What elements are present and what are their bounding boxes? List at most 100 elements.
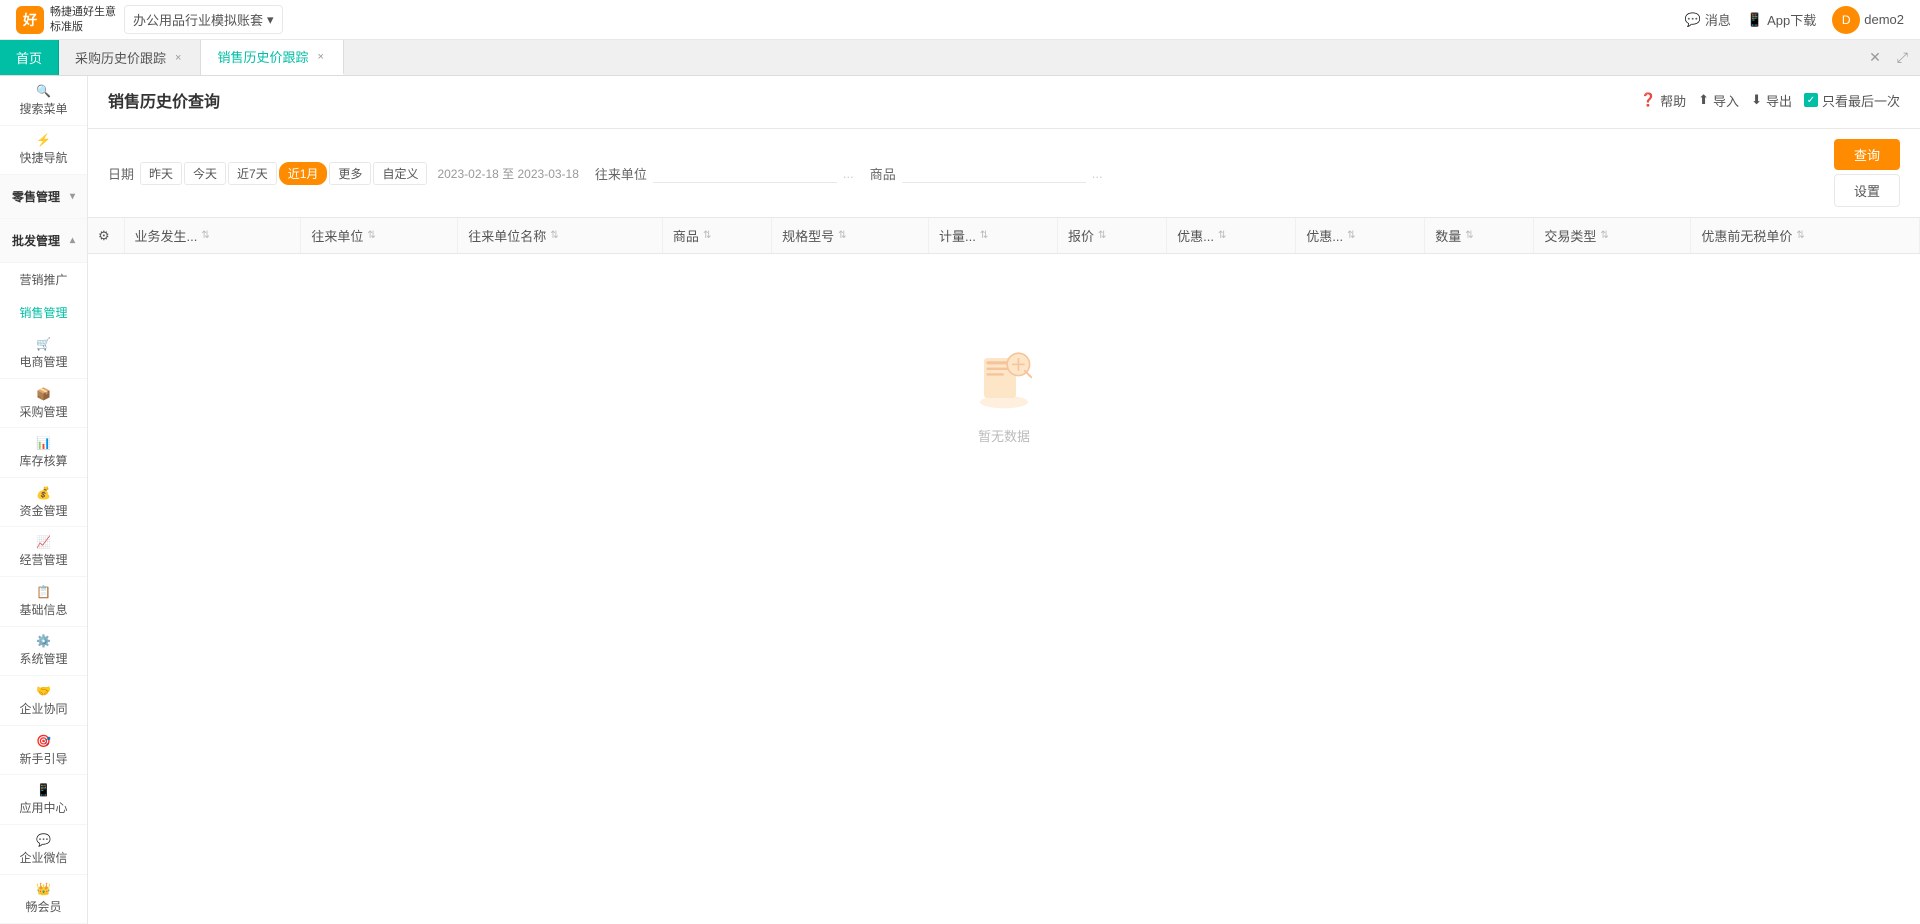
company-selector[interactable]: 办公用品行业模拟账套 ▾ [124,5,283,34]
goods-input[interactable] [902,163,1086,183]
sidebar-item-sales-mgmt[interactable]: 销售管理 [0,296,87,329]
sort-icon: ⇅ [703,230,711,241]
sidebar-item-finance[interactable]: 💰 资金管理 [0,478,87,528]
th-gear[interactable]: ⚙ [88,218,124,254]
date-btn-more[interactable]: 更多 [329,162,371,185]
main-layout: 🔍 搜索菜单 ⚡ 快捷导航 零售管理 ▾ 批发管理 ▴ 营销推广 销售管理 🛒 … [0,76,1920,924]
empty-state: 暂无数据 [88,254,1920,525]
appcenter-icon: 📱 [36,783,51,797]
page-actions: ❓ 帮助 ⬆ 导入 ⬇ 导出 ✓ 只看最后一次 [1640,91,1900,110]
tab-bar: 首页 采购历史价跟踪 × 销售历史价跟踪 × ✕ ⤢ [0,40,1920,76]
date-btn-yesterday[interactable]: 昨天 [140,162,182,185]
sidebar-item-enterprise[interactable]: 🤝 企业协同 [0,676,87,726]
content-area: 销售历史价查询 ❓ 帮助 ⬆ 导入 ⬇ 导出 ✓ [88,76,1920,924]
only-last-checkbox[interactable]: ✓ 只看最后一次 [1804,91,1900,110]
sidebar-item-system[interactable]: ⚙️ 系统管理 [0,627,87,677]
th-goods[interactable]: 商品 ⇅ [662,218,771,254]
th-discount1-label: 优惠... [1177,226,1214,245]
th-pretax-price[interactable]: 优惠前无税单价 ⇅ [1691,218,1920,254]
sort-icon: ⇅ [367,230,375,241]
date-btn-1month[interactable]: 近1月 [279,162,328,185]
tab-expand-btn[interactable]: ⤢ [1893,45,1912,70]
import-icon: ⬆ [1698,92,1709,108]
sidebar-item-marketing[interactable]: 营销推广 [0,263,87,296]
th-quantity[interactable]: 数量 ⇅ [1425,218,1534,254]
th-unit[interactable]: 计量... ⇅ [928,218,1057,254]
tab-purchase[interactable]: 采购历史价跟踪 × [59,40,201,75]
gear-icon: ⚙ [98,228,110,243]
help-icon: ❓ [1640,92,1656,108]
sidebar-item-purchase[interactable]: 📦 采购管理 [0,379,87,429]
date-btn-custom[interactable]: 自定义 [373,162,427,185]
date-btn-today[interactable]: 今天 [184,162,226,185]
th-discount2-label: 优惠... [1306,226,1343,245]
th-partner-code[interactable]: 往来单位 ⇅ [301,218,458,254]
sidebar-item-retail[interactable]: 零售管理 ▾ [0,175,87,219]
th-price-label: 报价 [1068,226,1094,245]
page-title: 销售历史价查询 [108,88,220,112]
sidebar-label-appcenter: 应用中心 [19,799,67,816]
operations-icon: 📈 [36,535,51,549]
sidebar-item-inventory[interactable]: 📊 库存核算 [0,428,87,478]
tab-close-all-btn[interactable]: ✕ [1865,45,1885,70]
partner-label: 往来单位 [595,164,647,183]
partner-input[interactable] [653,163,837,183]
sidebar-item-quicknav[interactable]: ⚡ 快捷导航 [0,126,87,176]
checkbox-icon: ✓ [1804,93,1818,107]
th-goods-label: 商品 [673,226,699,245]
th-unit-label: 计量... [939,226,976,245]
th-biz-date[interactable]: 业务发生... ⇅ [124,218,301,254]
sidebar-item-appcenter[interactable]: 📱 应用中心 [0,775,87,825]
sidebar-item-search[interactable]: 🔍 搜索菜单 [0,76,87,126]
wechat-icon: 💬 [36,833,51,847]
import-btn[interactable]: ⬆ 导入 [1698,91,1739,110]
message-btn[interactable]: 💬 消息 [1685,10,1731,29]
sidebar-item-ecommerce[interactable]: 🛒 电商管理 [0,329,87,379]
th-spec[interactable]: 规格型号 ⇅ [772,218,929,254]
sidebar-item-newguide[interactable]: 🎯 新手引导 [0,726,87,776]
sidebar-item-operations[interactable]: 📈 经营管理 [0,527,87,577]
th-discount1[interactable]: 优惠... ⇅ [1167,218,1296,254]
th-price[interactable]: 报价 ⇅ [1058,218,1167,254]
th-trade-type[interactable]: 交易类型 ⇅ [1534,218,1691,254]
app-download-btn[interactable]: 📱 App下载 [1747,10,1816,29]
goods-label: 商品 [870,164,896,183]
query-button[interactable]: 查询 [1834,139,1900,170]
filter-row: 日期 昨天 今天 近7天 近1月 更多 自定义 2023-02-18 至 202… [88,129,1920,218]
app-icon: 📱 [1747,12,1763,28]
th-partner-code-label: 往来单位 [311,226,363,245]
settings-button[interactable]: 设置 [1834,174,1900,207]
quicknav-icon: ⚡ [36,133,51,147]
page-header: 销售历史价查询 ❓ 帮助 ⬆ 导入 ⬇ 导出 ✓ [88,76,1920,129]
header-right: 💬 消息 📱 App下载 D demo2 [1685,6,1904,34]
tab-purchase-label: 采购历史价跟踪 [75,48,166,67]
tab-sales-close[interactable]: × [314,50,326,64]
sort-icon: ⇅ [1218,230,1226,241]
search-icon: 🔍 [36,84,51,98]
th-partner-name[interactable]: 往来单位名称 ⇅ [458,218,663,254]
date-filter-group: 日期 昨天 今天 近7天 近1月 更多 自定义 2023-02-18 至 202… [108,162,579,185]
tab-sales[interactable]: 销售历史价跟踪 × [201,40,343,75]
newguide-icon: 🎯 [36,734,51,748]
help-btn[interactable]: ❓ 帮助 [1640,91,1686,110]
th-discount2[interactable]: 优惠... ⇅ [1296,218,1425,254]
th-pretax-price-label: 优惠前无税单价 [1701,226,1792,245]
sort-icon: ⇅ [1465,230,1473,241]
th-quantity-label: 数量 [1435,226,1461,245]
sidebar-label-inventory: 库存核算 [19,452,67,469]
tab-purchase-close[interactable]: × [172,51,184,65]
date-btn-7days[interactable]: 近7天 [228,162,277,185]
logo-icon: 好 [16,6,44,34]
sort-icon: ⇅ [201,230,209,241]
tab-home[interactable]: 首页 [0,40,59,75]
table-header: ⚙ 业务发生... ⇅ 往来单位 ⇅ [88,218,1920,254]
sidebar-item-wholesale[interactable]: 批发管理 ▴ [0,219,87,263]
sidebar-item-member[interactable]: 👑 畅会员 [0,875,87,924]
sidebar-item-basic[interactable]: 📋 基础信息 [0,577,87,627]
empty-illustration [964,334,1044,414]
sidebar-item-wechat[interactable]: 💬 企业微信 [0,825,87,875]
user-menu[interactable]: D demo2 [1832,6,1904,34]
export-btn[interactable]: ⬇ 导出 [1751,91,1792,110]
export-icon: ⬇ [1751,92,1762,108]
page-title-row: 销售历史价查询 ❓ 帮助 ⬆ 导入 ⬇ 导出 ✓ [108,88,1900,112]
